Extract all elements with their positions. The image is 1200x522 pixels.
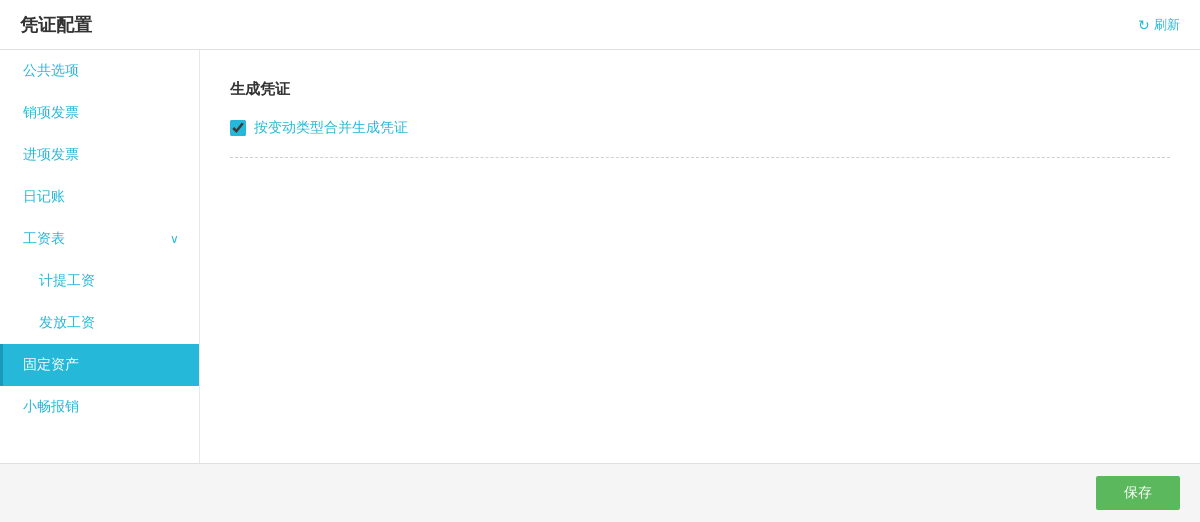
sidebar-item-label: 公共选项: [23, 62, 79, 80]
refresh-icon: ↻: [1138, 17, 1150, 33]
sidebar-item-label: 日记账: [23, 188, 65, 206]
section-divider: [230, 157, 1170, 158]
sidebar-item-label: 固定资产: [23, 356, 79, 374]
page-title: 凭证配置: [20, 13, 92, 37]
checkbox-row: 按变动类型合并生成凭证: [230, 119, 1170, 137]
sidebar-item-purchase-invoice[interactable]: 进项发票: [0, 134, 199, 176]
sidebar-item-expense-report[interactable]: 小畅报销: [0, 386, 199, 428]
sidebar-item-payroll-pay[interactable]: 发放工资: [0, 302, 199, 344]
sidebar-item-label: 进项发票: [23, 146, 79, 164]
sidebar-item-label: 计提工资: [39, 272, 95, 290]
sidebar: 公共选项销项发票进项发票日记账工资表 ∨ 计提工资发放工资固定资产小畅报销: [0, 50, 200, 463]
page-wrapper: 凭证配置 ↻ 刷新 公共选项销项发票进项发票日记账工资表 ∨ 计提工资发放工资固定资…: [0, 0, 1200, 522]
sidebar-item-sales-invoice[interactable]: 销项发票: [0, 92, 199, 134]
sidebar-item-fixed-assets[interactable]: 固定资产: [0, 344, 199, 386]
sidebar-item-payroll-table[interactable]: 工资表 ∨: [0, 218, 199, 260]
merge-checkbox-label[interactable]: 按变动类型合并生成凭证: [254, 119, 408, 137]
sidebar-item-label: 销项发票: [23, 104, 79, 122]
refresh-button[interactable]: ↻ 刷新: [1138, 16, 1180, 34]
section-title: 生成凭证: [230, 80, 1170, 99]
merge-checkbox[interactable]: [230, 120, 246, 136]
header: 凭证配置 ↻ 刷新: [0, 0, 1200, 50]
main-content: 生成凭证 按变动类型合并生成凭证: [200, 50, 1200, 463]
sidebar-item-payroll-accrual[interactable]: 计提工资: [0, 260, 199, 302]
chevron-down-icon: ∨: [170, 232, 179, 246]
footer: 保存: [0, 463, 1200, 522]
refresh-label: 刷新: [1154, 16, 1180, 34]
save-button[interactable]: 保存: [1096, 476, 1180, 510]
sidebar-item-label: 工资表: [23, 230, 65, 248]
sidebar-item-label: 小畅报销: [23, 398, 79, 416]
sidebar-item-journal[interactable]: 日记账: [0, 176, 199, 218]
content-area: 公共选项销项发票进项发票日记账工资表 ∨ 计提工资发放工资固定资产小畅报销 生成凭证…: [0, 50, 1200, 463]
sidebar-item-label: 发放工资: [39, 314, 95, 332]
sidebar-item-public-options[interactable]: 公共选项: [0, 50, 199, 92]
